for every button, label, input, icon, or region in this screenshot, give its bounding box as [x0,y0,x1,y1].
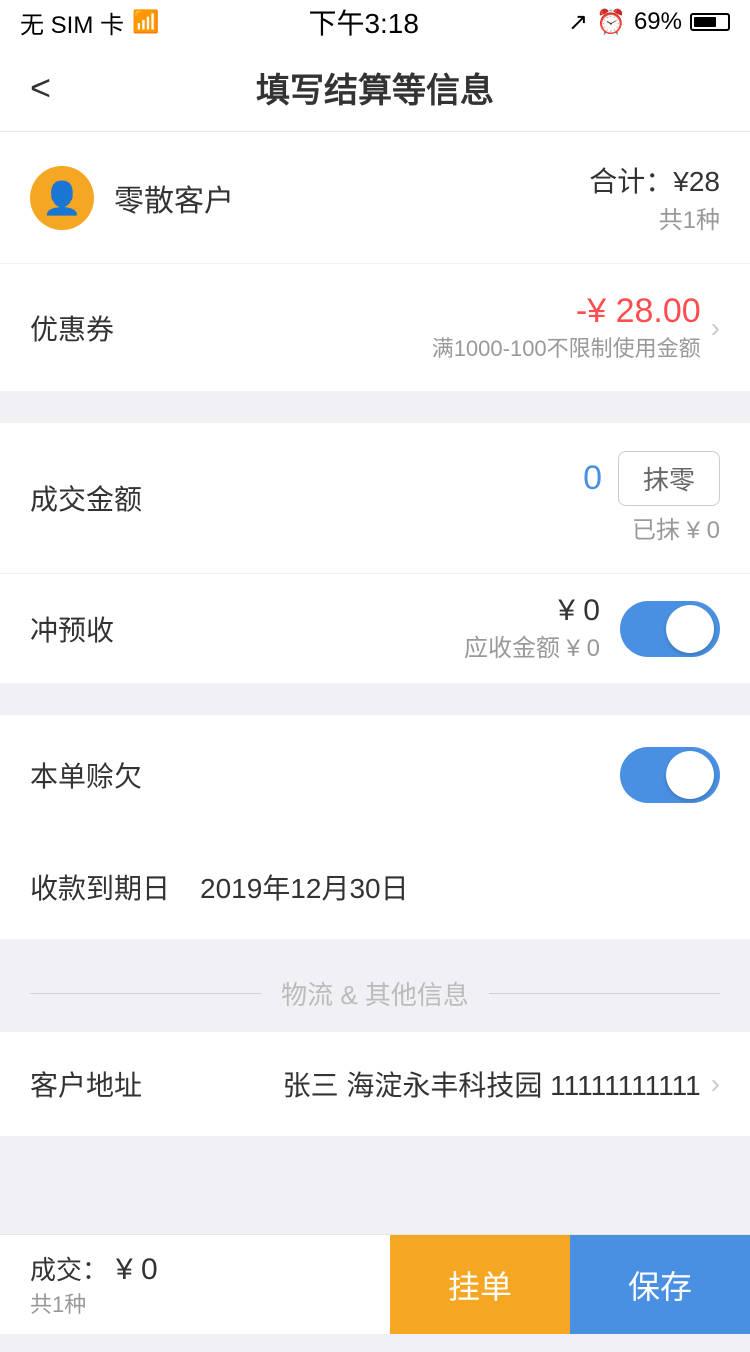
debt-toggle-knob [666,751,714,799]
already-zero-text: 已抹 ¥ 0 [522,510,720,545]
address-label: 客户地址 [30,1064,142,1104]
transaction-label: 成交金额 [30,478,142,518]
duedate-label: 收款到期日 [30,867,170,907]
precollect-receivable: 应收金额 ¥ 0 [464,628,600,663]
precollect-row: 冲预收 ¥ 0 应收金额 ¥ 0 [0,574,750,683]
bottom-deal-label: 成交： [30,1250,108,1287]
transaction-amount-value[interactable]: 0 [522,459,602,498]
total-amount: 合计：¥28 [589,160,720,200]
logistics-divider: 物流 & 其他信息 [0,955,750,1032]
total-count: 共1种 [589,200,720,235]
pending-button[interactable]: 挂单 [390,1235,570,1334]
bottom-count: 共1种 [30,1287,360,1319]
bottom-deal-amount: ¥ 0 [116,1253,158,1287]
coupon-row[interactable]: 优惠券 -¥ 28.00 满1000-100不限制使用金额 › [0,263,750,391]
precollect-values: ¥ 0 应收金额 ¥ 0 [464,594,600,663]
section-divider-1 [0,407,750,423]
wifi-icon: 📶 [132,9,159,35]
address-right: 张三 海淀永丰科技园 11111111111 › [283,1064,720,1104]
logistics-line-left [30,993,261,994]
location-icon: ↗ [568,8,588,37]
address-section: 客户地址 张三 海淀永丰科技园 11111111111 › [0,1032,750,1136]
battery-icon [690,13,730,31]
battery-percent: 69% [634,8,682,36]
bottom-summary: 成交： ¥ 0 共1种 [0,1235,390,1334]
bottom-deal-line: 成交： ¥ 0 [30,1250,360,1287]
status-right: ↗ ⏰ 69% [568,8,730,37]
duedate-value[interactable]: 2019年12月30日 [200,867,409,907]
address-row[interactable]: 客户地址 张三 海淀永丰科技园 11111111111 › [0,1032,750,1136]
page-title: 填写结算等信息 [256,63,494,112]
debt-label: 本单赊欠 [30,755,142,795]
coupon-right: -¥ 28.00 满1000-100不限制使用金额 › [432,292,720,363]
section-divider-2 [0,699,750,715]
coupon-discount: -¥ 28.00 [432,292,701,331]
customer-section: 👤 零散客户 合计：¥28 共1种 优惠券 -¥ 28.00 满1000-100… [0,132,750,391]
customer-row: 👤 零散客户 合计：¥28 共1种 [0,132,750,263]
precollect-amount: ¥ 0 [464,594,600,628]
carrier-text: 无 SIM 卡 [20,5,124,40]
coupon-desc: 满1000-100不限制使用金额 [432,331,701,363]
customer-left: 👤 零散客户 [30,166,234,230]
transaction-right: 0 抹零 已抹 ¥ 0 [522,451,720,545]
transaction-amount-row: 成交金额 0 抹零 已抹 ¥ 0 [0,423,750,574]
address-chevron-icon: › [711,1068,720,1100]
save-button[interactable]: 保存 [570,1235,750,1334]
logistics-label: 物流 & 其他信息 [281,975,469,1012]
nav-bar: < 填写结算等信息 [0,44,750,132]
customer-name: 零散客户 [114,176,234,220]
debt-section: 本单赊欠 收款到期日 2019年12月30日 [0,715,750,939]
coupon-right-col: -¥ 28.00 满1000-100不限制使用金额 [432,292,701,363]
status-left: 无 SIM 卡 📶 [20,5,159,40]
alarm-icon: ⏰ [596,8,626,37]
precollect-toggle[interactable] [620,601,720,657]
precollect-label: 冲预收 [30,609,114,649]
bottom-bar: 成交： ¥ 0 共1种 挂单 保存 [0,1234,750,1334]
coupon-label: 优惠券 [30,308,114,348]
round-zero-button[interactable]: 抹零 [618,451,720,506]
address-value: 张三 海淀永丰科技园 11111111111 [283,1064,701,1104]
precollect-right: ¥ 0 应收金额 ¥ 0 [464,594,720,663]
duedate-row: 收款到期日 2019年12月30日 [0,835,750,939]
amount-and-btn: 0 抹零 [522,451,720,506]
status-bar: 无 SIM 卡 📶 下午3:18 ↗ ⏰ 69% [0,0,750,44]
transaction-section: 成交金额 0 抹零 已抹 ¥ 0 冲预收 ¥ 0 应收金额 ¥ 0 [0,423,750,683]
chevron-right-icon: › [711,312,720,344]
toggle-knob [666,605,714,653]
back-button[interactable]: < [30,67,51,109]
logistics-line-right [489,993,720,994]
debt-toggle[interactable] [620,747,720,803]
debt-row: 本单赊欠 [0,715,750,835]
customer-right: 合计：¥28 共1种 [589,160,720,235]
avatar: 👤 [30,166,94,230]
status-time: 下午3:18 [308,2,419,42]
